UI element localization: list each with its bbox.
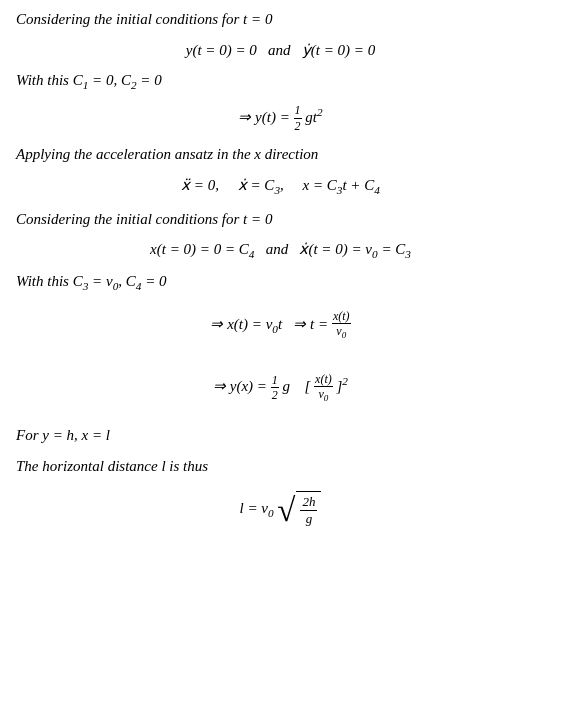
section-initial-x: Considering the initial conditions for t… — [16, 208, 545, 231]
main-content: Considering the initial conditions for t… — [16, 8, 545, 528]
intro-text-y: Considering the initial conditions for t… — [16, 11, 272, 27]
eq-l: l = v0 √ 2h g — [16, 491, 545, 528]
eq-x-initial: x(t = 0) = 0 = C4 and ẋ(t = 0) = v0 = C3 — [16, 240, 545, 260]
section-with-c3-c4: With this C3 = v0, C4 = 0 — [16, 270, 545, 295]
section-acceleration: Applying the acceleration ansatz in the … — [16, 143, 545, 166]
eq-y-initial: y(t = 0) = 0 and ẏ(t = 0) = 0 — [16, 41, 545, 59]
eq-xt: ⇒ x(t) = v0t ⇒ t = x(t) v0 — [16, 309, 545, 342]
eq-x-ansatz: ẍ = 0, ẋ = C3, x = C3t + C4 — [16, 176, 545, 196]
eq-yx: ⇒ y(x) = 1 2 g [ x(t) v0 ]2 — [16, 372, 545, 405]
section-horizontal-dist: The horizontal distance l is thus — [16, 455, 545, 478]
section-with-c1-c2: With this C1 = 0, C2 = 0 — [16, 69, 545, 94]
section-for-y-h: For y = h, x = l — [16, 424, 545, 447]
eq-yt: ⇒ y(t) = 1 2 gt2 — [16, 103, 545, 133]
section-initial-y: Considering the initial conditions for t… — [16, 8, 545, 31]
